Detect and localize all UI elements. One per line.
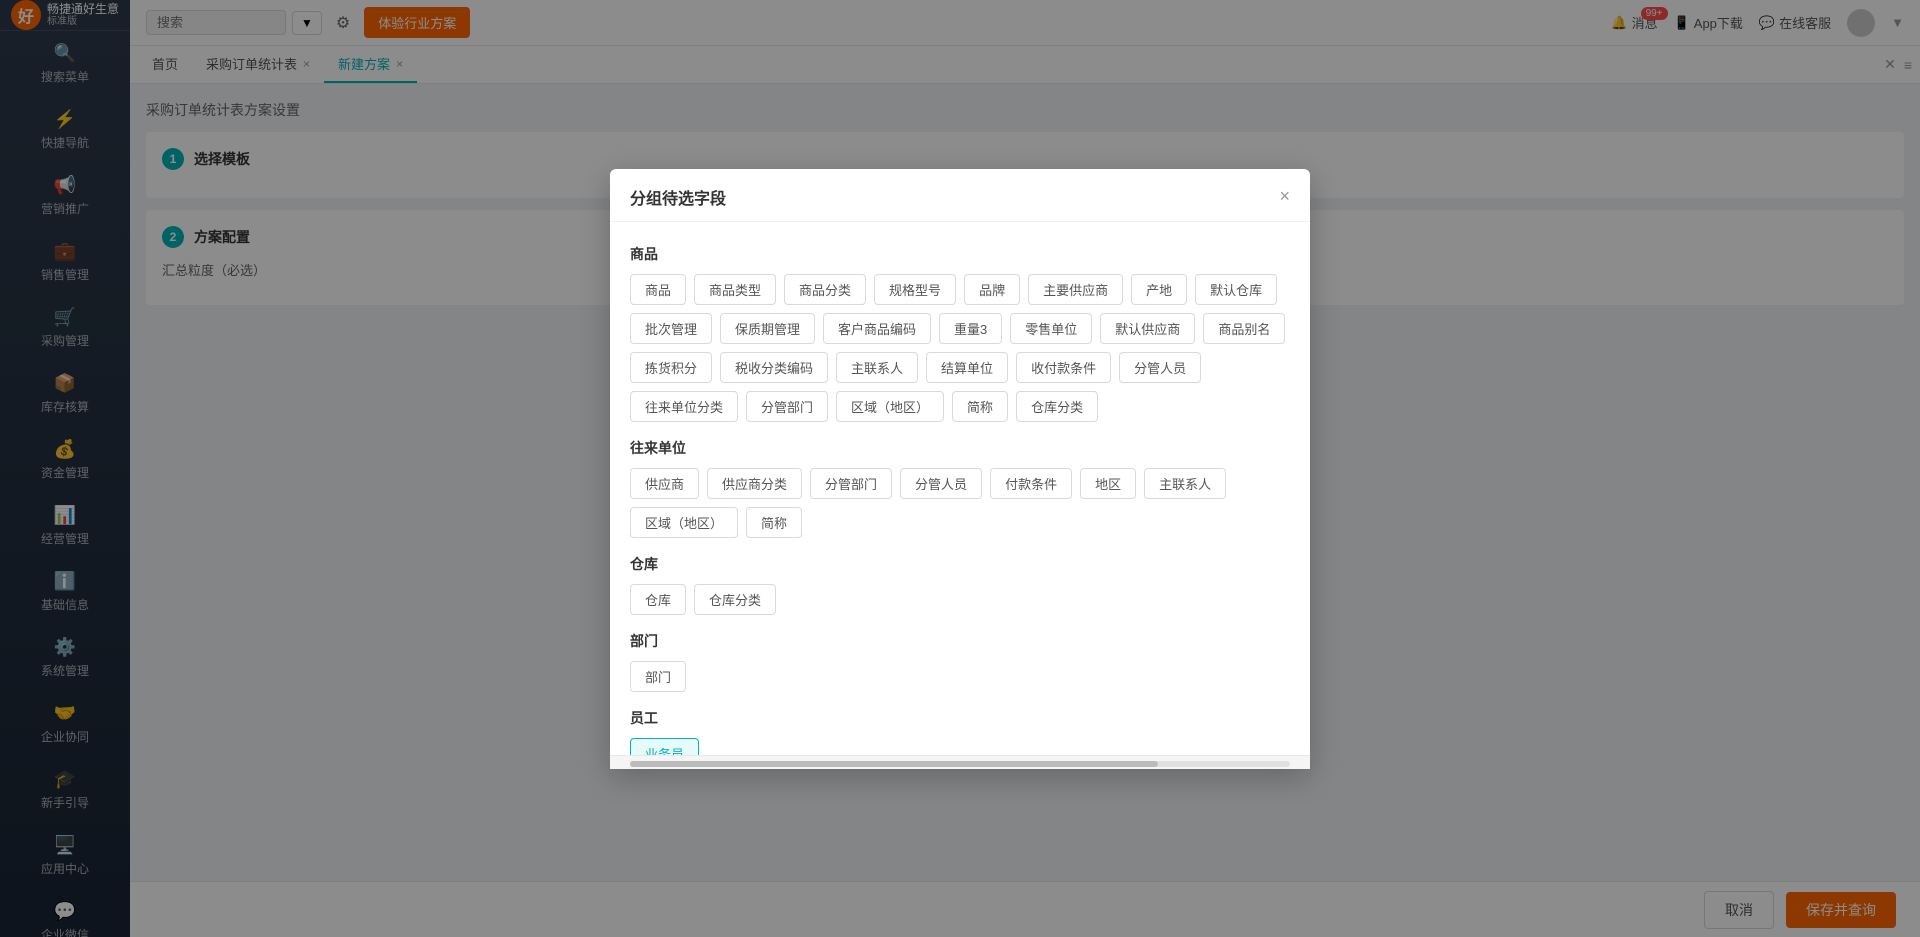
field-tag-0-24[interactable]: 简称 bbox=[952, 391, 1008, 422]
field-tag-0-0[interactable]: 商品 bbox=[630, 274, 686, 305]
field-tag-0-21[interactable]: 往来单位分类 bbox=[630, 391, 738, 422]
section-tags-2: 仓库仓库分类 bbox=[630, 584, 1290, 615]
field-tag-0-15[interactable]: 拣货积分 bbox=[630, 352, 712, 383]
field-tag-0-16[interactable]: 税收分类编码 bbox=[720, 352, 828, 383]
field-tag-1-0[interactable]: 供应商 bbox=[630, 468, 699, 499]
field-tag-1-1[interactable]: 供应商分类 bbox=[707, 468, 802, 499]
field-tag-1-8[interactable]: 简称 bbox=[746, 507, 802, 538]
field-tag-0-20[interactable]: 分管人员 bbox=[1119, 352, 1201, 383]
modal-body: 商品商品商品类型商品分类规格型号品牌主要供应商产地默认仓库批次管理保质期管理客户… bbox=[610, 222, 1310, 756]
field-tag-1-3[interactable]: 分管人员 bbox=[900, 468, 982, 499]
field-tag-0-11[interactable]: 重量3 bbox=[939, 313, 1002, 344]
modal-overlay[interactable]: 分组待选字段 × 商品商品商品类型商品分类规格型号品牌主要供应商产地默认仓库批次… bbox=[0, 0, 1920, 937]
section-tags-4: 业务员 bbox=[630, 738, 1290, 756]
modal-scrollbar-track bbox=[630, 761, 1290, 767]
field-tag-0-1[interactable]: 商品类型 bbox=[694, 274, 776, 305]
field-tag-0-23[interactable]: 区域（地区） bbox=[836, 391, 944, 422]
field-tag-3-0[interactable]: 部门 bbox=[630, 661, 686, 692]
section-title-4: 员工 bbox=[630, 708, 1290, 728]
section-tags-0: 商品商品类型商品分类规格型号品牌主要供应商产地默认仓库批次管理保质期管理客户商品… bbox=[630, 274, 1290, 422]
field-tag-0-3[interactable]: 规格型号 bbox=[874, 274, 956, 305]
field-tag-0-10[interactable]: 客户商品编码 bbox=[823, 313, 931, 344]
section-tags-1: 供应商供应商分类分管部门分管人员付款条件地区主联系人区域（地区） 简称 bbox=[630, 468, 1290, 538]
modal-header: 分组待选字段 × bbox=[610, 169, 1310, 222]
section-title-3: 部门 bbox=[630, 631, 1290, 651]
field-tag-0-2[interactable]: 商品分类 bbox=[784, 274, 866, 305]
field-tag-1-7[interactable]: 区域（地区） bbox=[630, 507, 738, 538]
modal-close-button[interactable]: × bbox=[1279, 186, 1290, 207]
field-tag-4-0[interactable]: 业务员 bbox=[630, 738, 699, 756]
field-tag-1-6[interactable]: 主联系人 bbox=[1144, 468, 1226, 499]
field-tag-0-12[interactable]: 零售单位 bbox=[1010, 313, 1092, 344]
field-tag-1-2[interactable]: 分管部门 bbox=[810, 468, 892, 499]
field-tag-0-13[interactable]: 默认供应商 bbox=[1100, 313, 1195, 344]
field-tag-1-5[interactable]: 地区 bbox=[1080, 468, 1136, 499]
field-tag-0-19[interactable]: 收付款条件 bbox=[1016, 352, 1111, 383]
field-tag-0-5[interactable]: 主要供应商 bbox=[1028, 274, 1123, 305]
section-title-2: 仓库 bbox=[630, 554, 1290, 574]
field-tag-0-22[interactable]: 分管部门 bbox=[746, 391, 828, 422]
section-title-0: 商品 bbox=[630, 244, 1290, 264]
field-tag-0-8[interactable]: 批次管理 bbox=[630, 313, 712, 344]
section-tags-3: 部门 bbox=[630, 661, 1290, 692]
field-tag-0-7[interactable]: 默认仓库 bbox=[1195, 274, 1277, 305]
field-tag-2-1[interactable]: 仓库分类 bbox=[694, 584, 776, 615]
field-tag-0-14[interactable]: 商品别名 bbox=[1203, 313, 1285, 344]
field-tag-0-4[interactable]: 品牌 bbox=[964, 274, 1020, 305]
field-tag-0-6[interactable]: 产地 bbox=[1131, 274, 1187, 305]
field-tag-0-25[interactable]: 仓库分类 bbox=[1016, 391, 1098, 422]
field-tag-1-4[interactable]: 付款条件 bbox=[990, 468, 1072, 499]
modal-scrollbar-thumb[interactable] bbox=[630, 761, 1158, 767]
field-tag-0-18[interactable]: 结算单位 bbox=[926, 352, 1008, 383]
field-tag-0-17[interactable]: 主联系人 bbox=[836, 352, 918, 383]
section-title-1: 往来单位 bbox=[630, 438, 1290, 458]
field-tag-2-0[interactable]: 仓库 bbox=[630, 584, 686, 615]
modal-dialog: 分组待选字段 × 商品商品商品类型商品分类规格型号品牌主要供应商产地默认仓库批次… bbox=[610, 169, 1310, 769]
modal-title: 分组待选字段 bbox=[630, 185, 726, 209]
modal-scrollbar-area bbox=[610, 755, 1310, 768]
field-tag-0-9[interactable]: 保质期管理 bbox=[720, 313, 815, 344]
